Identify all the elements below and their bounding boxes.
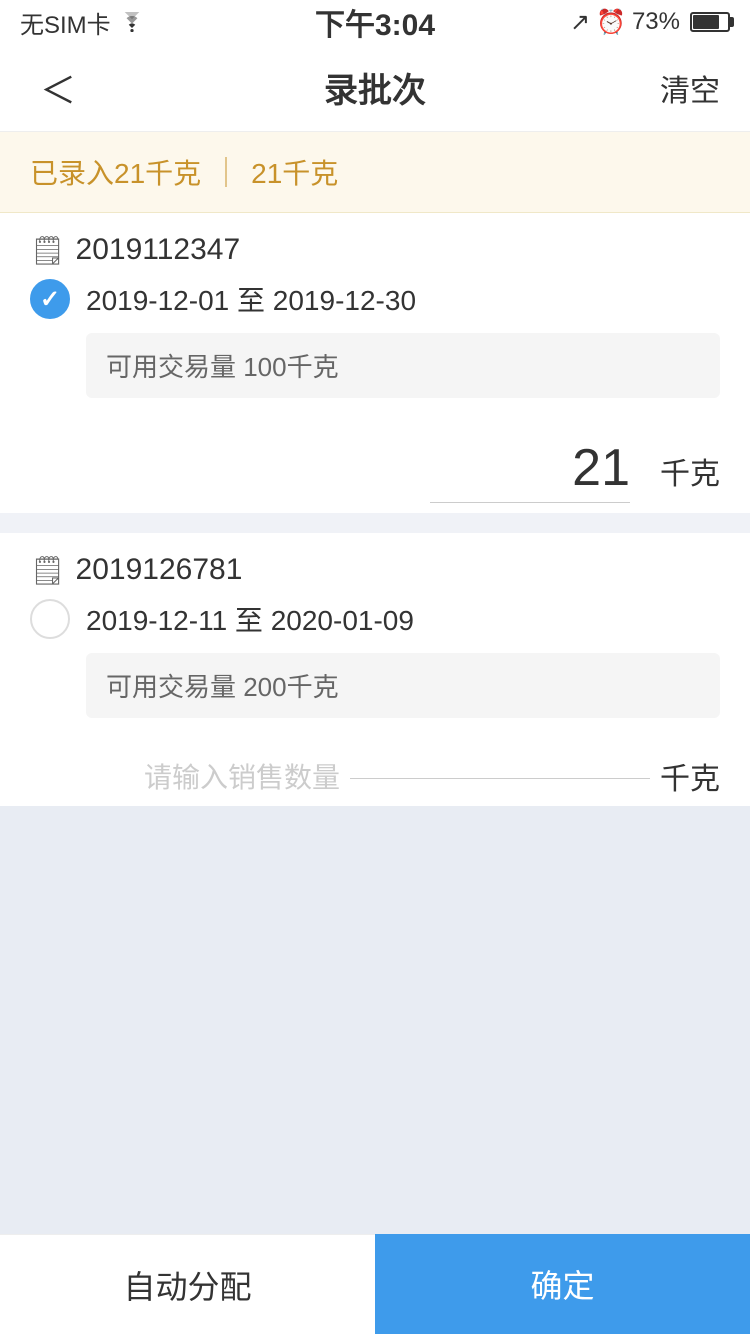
batch-2-input-placeholder: 请输入销售数量 (30, 756, 340, 796)
batch-1-qty: 可用交易量 100千克 (86, 333, 720, 398)
amount-unit-1: 千克 (660, 449, 720, 493)
batch-item-1: 🗒 2019112347 2019-12-01 至 2019-12-30 可用交… (0, 213, 750, 418)
carrier-text: 无SIM卡 (20, 5, 111, 40)
page-title: 录批次 (324, 63, 426, 112)
radio-batch-2[interactable] (30, 599, 70, 639)
batch-2-date-row: 2019-12-11 至 2020-01-09 (30, 599, 720, 639)
radio-batch-1[interactable] (30, 279, 70, 319)
wifi-icon (119, 12, 145, 32)
batch-1-date-row: 2019-12-01 至 2019-12-30 (30, 279, 720, 319)
batch-2-date: 2019-12-11 至 2020-01-09 (86, 599, 414, 639)
battery-icon (690, 12, 730, 32)
batch-1-header: 🗒 2019112347 (30, 233, 720, 267)
batch-2-input-area: 请输入销售数量 千克 (0, 738, 750, 806)
bottom-bar: 自动分配 确定 (0, 1234, 750, 1334)
batch-item-2: 🗒 2019126781 2019-12-11 至 2020-01-09 可用交… (0, 533, 750, 738)
nav-bar: ＜ 录批次 清空 (0, 44, 750, 132)
info-banner: 已录入21千克 21千克 (0, 132, 750, 213)
banner-divider (225, 157, 227, 187)
alarm-icon: ⏰ (596, 8, 626, 37)
amount-value-1: 21 (30, 438, 630, 498)
amount-underline-1 (430, 502, 630, 503)
batch-1-date: 2019-12-01 至 2019-12-30 (86, 279, 416, 319)
location-icon: ↗ (570, 8, 590, 37)
recorded-label: 已录入21千克 (30, 152, 201, 192)
back-button[interactable]: ＜ (30, 52, 86, 124)
status-right: ↗ ⏰ 73% (570, 8, 730, 37)
clear-button[interactable]: 清空 (660, 66, 720, 110)
batch-id-icon-2: 🗒 (30, 554, 66, 587)
confirm-button[interactable]: 确定 (375, 1234, 750, 1334)
battery-percent: 73% (632, 8, 680, 36)
batch-2-unit: 千克 (660, 754, 720, 798)
status-time: 下午3:04 (315, 0, 435, 44)
batch-id-2: 2019126781 (76, 553, 243, 587)
batch-id-1: 2019112347 (76, 233, 241, 267)
batch-1-amount-area: 21 千克 (0, 418, 750, 513)
batch-2-header: 🗒 2019126781 (30, 553, 720, 587)
auto-distribute-button[interactable]: 自动分配 (0, 1234, 375, 1334)
recorded-value: 21千克 (251, 152, 338, 192)
section-divider (0, 513, 750, 533)
status-left: 无SIM卡 (20, 5, 145, 40)
batch-2-qty: 可用交易量 200千克 (86, 653, 720, 718)
batch-id-icon-1: 🗒 (30, 234, 66, 267)
batch-2-input-underline (350, 778, 650, 779)
amount-input-wrapper-1: 21 (30, 438, 630, 503)
status-bar: 无SIM卡 下午3:04 ↗ ⏰ 73% (0, 0, 750, 44)
